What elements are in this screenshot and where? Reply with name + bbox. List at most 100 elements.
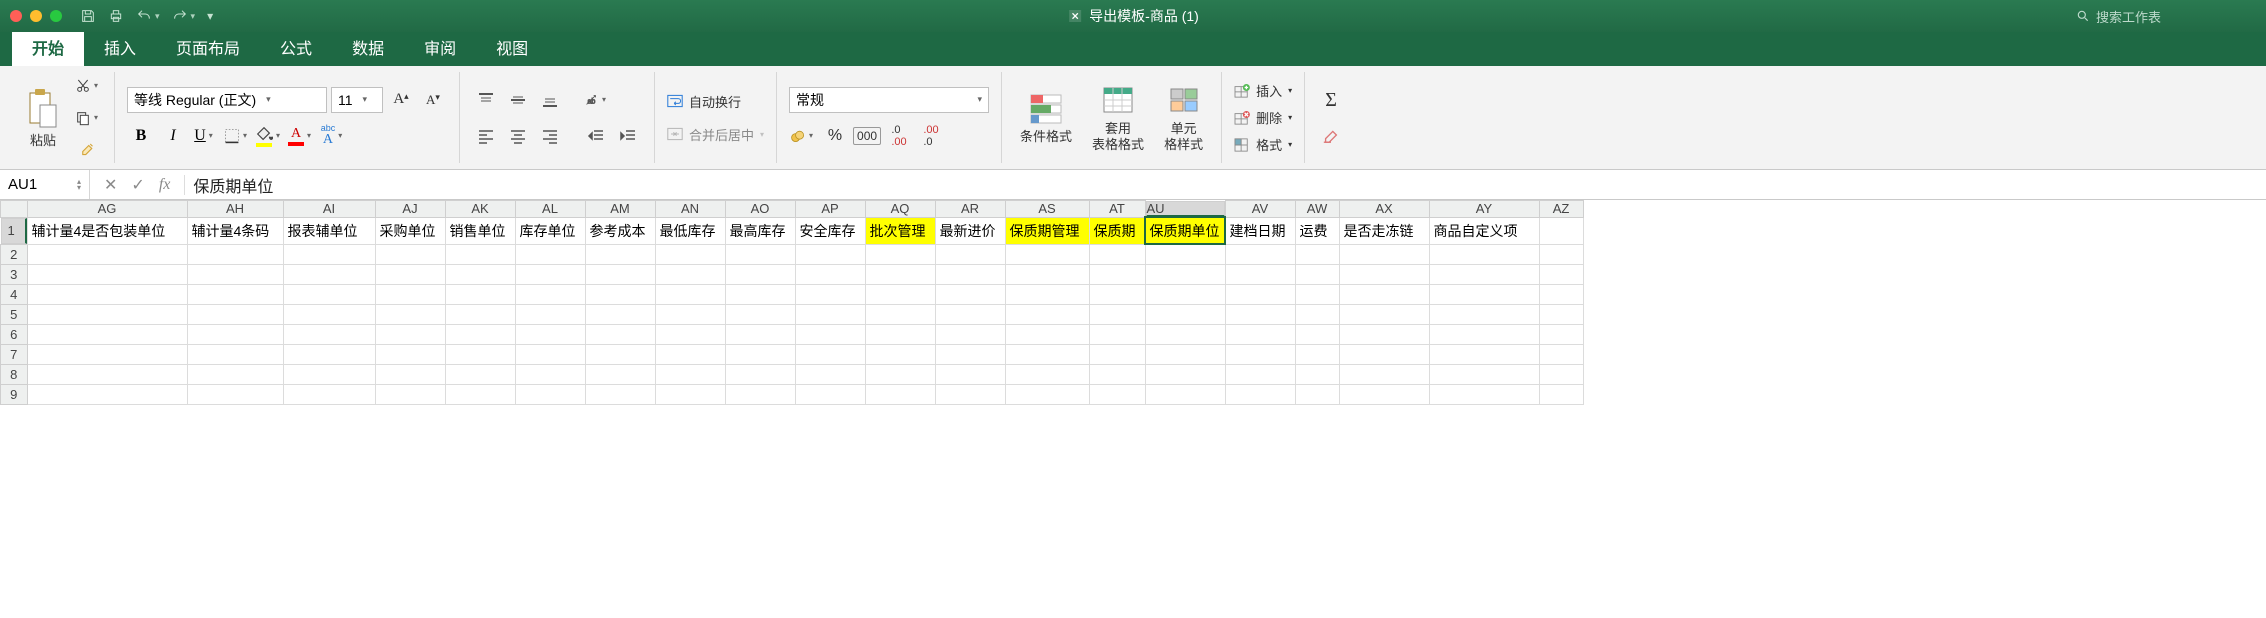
cell-AW2[interactable] [1295,244,1339,264]
cell-AL1[interactable]: 库存单位 [515,217,585,244]
cell-AO9[interactable] [725,384,795,404]
tab-pagelayout[interactable]: 页面布局 [156,27,260,66]
tab-view[interactable]: 视图 [476,27,548,66]
decrease-indent-button[interactable] [582,123,610,149]
cell-AK3[interactable] [445,264,515,284]
cell-AJ9[interactable] [375,384,445,404]
cell-AK7[interactable] [445,344,515,364]
cell-AV2[interactable] [1225,244,1295,264]
cell-AG5[interactable] [27,304,187,324]
cell-AL8[interactable] [515,364,585,384]
border-button[interactable]: ▾ [223,123,251,149]
cell-AW8[interactable] [1295,364,1339,384]
cell-AY4[interactable] [1429,284,1539,304]
cell-AO2[interactable] [725,244,795,264]
number-format-select[interactable]: 常规▾ [789,87,989,113]
cell-AI3[interactable] [283,264,375,284]
paste-button[interactable]: 粘贴 [20,85,66,151]
select-all-corner[interactable] [1,201,28,218]
cell-AP7[interactable] [795,344,865,364]
formula-input[interactable]: 保质期单位 [185,173,2266,197]
cell-AY5[interactable] [1429,304,1539,324]
cell-AI4[interactable] [283,284,375,304]
cell-AT1[interactable]: 保质期 [1089,217,1145,244]
cell-AM3[interactable] [585,264,655,284]
cell-AX2[interactable] [1339,244,1429,264]
cell-AS2[interactable] [1005,244,1089,264]
increase-decimal-button[interactable]: .0.00 [885,123,913,149]
cell-AU5[interactable] [1145,304,1225,324]
cell-AS5[interactable] [1005,304,1089,324]
cell-AK8[interactable] [445,364,515,384]
row-header-6[interactable]: 6 [1,324,28,344]
cell-AZ6[interactable] [1539,324,1583,344]
maximize-window-button[interactable] [50,10,62,22]
cell-AS7[interactable] [1005,344,1089,364]
cell-AO3[interactable] [725,264,795,284]
row-header-5[interactable]: 5 [1,304,28,324]
row-header-9[interactable]: 9 [1,384,28,404]
cell-AH6[interactable] [187,324,283,344]
bold-button[interactable]: B [127,123,155,149]
cell-AJ2[interactable] [375,244,445,264]
cell-AS8[interactable] [1005,364,1089,384]
col-header-AQ[interactable]: AQ [865,201,935,218]
cell-AM8[interactable] [585,364,655,384]
comma-button[interactable]: 000 [853,123,881,149]
cell-AW1[interactable]: 运费 [1295,217,1339,244]
cell-AQ7[interactable] [865,344,935,364]
cell-AG3[interactable] [27,264,187,284]
cell-AN1[interactable]: 最低库存 [655,217,725,244]
cell-AP1[interactable]: 安全库存 [795,217,865,244]
cell-AZ1[interactable] [1539,217,1583,244]
cell-AQ4[interactable] [865,284,935,304]
tab-data[interactable]: 数据 [332,27,404,66]
cell-AJ3[interactable] [375,264,445,284]
qat-undo-button[interactable]: ▾ [136,8,160,24]
cell-AU9[interactable] [1145,384,1225,404]
cell-AY7[interactable] [1429,344,1539,364]
align-center-button[interactable] [504,123,532,149]
cell-AH7[interactable] [187,344,283,364]
currency-button[interactable]: ▾ [789,123,817,149]
cell-AK2[interactable] [445,244,515,264]
col-header-AS[interactable]: AS [1005,201,1089,218]
cell-AG6[interactable] [27,324,187,344]
cell-AT8[interactable] [1089,364,1145,384]
qat-customize-button[interactable]: ▾ [207,9,213,23]
cell-AL6[interactable] [515,324,585,344]
merge-center-button[interactable]: 合并后居中 ▾ [667,125,764,144]
cell-AS9[interactable] [1005,384,1089,404]
cell-AU7[interactable] [1145,344,1225,364]
cell-AG9[interactable] [27,384,187,404]
row-header-3[interactable]: 3 [1,264,28,284]
cell-AM2[interactable] [585,244,655,264]
cell-AY1[interactable]: 商品自定义项 [1429,217,1539,244]
cell-AR3[interactable] [935,264,1005,284]
cell-AO7[interactable] [725,344,795,364]
cell-AY9[interactable] [1429,384,1539,404]
cell-AT2[interactable] [1089,244,1145,264]
cell-AV4[interactable] [1225,284,1295,304]
cell-AU6[interactable] [1145,324,1225,344]
cut-button[interactable]: ▾ [74,73,102,99]
cell-AU3[interactable] [1145,264,1225,284]
cell-AH1[interactable]: 辅计量4条码 [187,217,283,244]
cell-AI7[interactable] [283,344,375,364]
delete-cells-button[interactable]: 删除▾ [1234,108,1292,127]
align-bottom-button[interactable] [536,87,564,113]
cell-AZ5[interactable] [1539,304,1583,324]
cell-AN8[interactable] [655,364,725,384]
cell-AW3[interactable] [1295,264,1339,284]
cell-AV1[interactable]: 建档日期 [1225,217,1295,244]
cell-AO1[interactable]: 最高库存 [725,217,795,244]
cell-AN5[interactable] [655,304,725,324]
cell-AL2[interactable] [515,244,585,264]
col-header-AP[interactable]: AP [795,201,865,218]
cell-AP5[interactable] [795,304,865,324]
font-color-button[interactable]: A▾ [287,123,315,149]
cell-AS3[interactable] [1005,264,1089,284]
cell-AJ7[interactable] [375,344,445,364]
cell-AH3[interactable] [187,264,283,284]
cell-AX9[interactable] [1339,384,1429,404]
